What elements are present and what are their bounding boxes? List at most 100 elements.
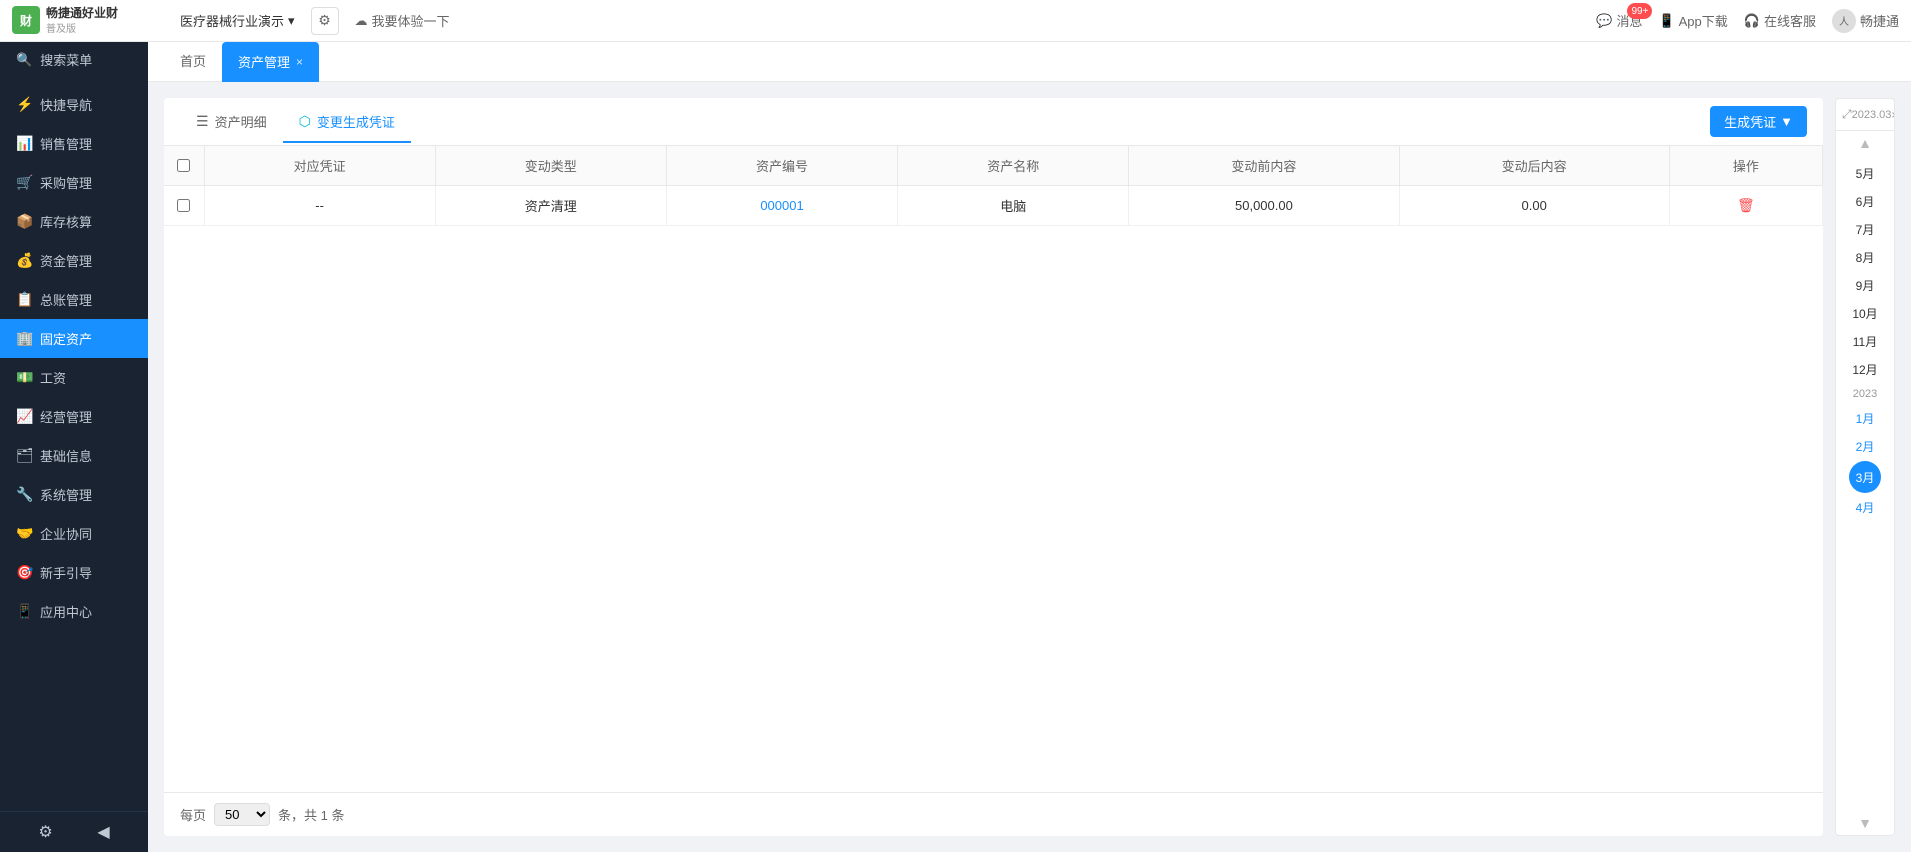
tab-close-icon[interactable]: × xyxy=(296,55,303,69)
sidebar-collapse-icon[interactable]: ◀ xyxy=(97,822,109,842)
sub-tab-asset-detail[interactable]: ☰ 资产明细 xyxy=(180,102,283,143)
date-month-item[interactable]: 12月 xyxy=(1840,356,1890,383)
row-checkbox-0[interactable] xyxy=(177,199,190,212)
experience-button[interactable]: ☁ 我要体验一下 xyxy=(347,7,458,34)
cloud-icon: ☁ xyxy=(355,13,368,29)
year-label-2023: 2023 xyxy=(1836,384,1894,404)
date-month-item[interactable]: 6月 xyxy=(1840,188,1890,215)
sidebar-item-label: 采购管理 xyxy=(40,173,92,192)
date-month-item[interactable]: 1月 xyxy=(1840,405,1890,432)
table-row: -- 资产清理 000001 电脑 50,000.00 0.00 🗑 xyxy=(164,186,1823,226)
logo-title: 畅捷通好业财 xyxy=(46,6,118,20)
app-center-icon: 📱 xyxy=(16,603,32,620)
sidebar-item-guide[interactable]: 🎯 新手引导 xyxy=(0,553,148,592)
sidebar-item-operations[interactable]: 📈 经营管理 xyxy=(0,397,148,436)
close-icon[interactable]: × xyxy=(1891,108,1895,122)
main-layout: 🔍 搜索菜单 ⚡ 快捷导航 📊 销售管理 🛒 采购管理 📦 库存核算 💰 xyxy=(0,42,1911,852)
sidebar-settings-icon[interactable]: ⚙ xyxy=(38,822,52,842)
quick-nav-icon: ⚡ xyxy=(16,96,32,113)
sub-tab-generate-voucher[interactable]: ⬡ 变更生成凭证 xyxy=(283,102,411,143)
cell-asset-name: 电脑 xyxy=(898,186,1129,226)
header-middle: 医疗器械行业演示 ▾ ⚙ ☁ 我要体验一下 xyxy=(160,7,1596,35)
company-name: 医疗器械行业演示 xyxy=(180,11,284,30)
right-date-panel: ⤢ 2023.03 × ▲ 5月6月7月8月9月10月11月12月20231月2… xyxy=(1835,98,1895,836)
sidebar-item-label: 工资 xyxy=(40,368,66,387)
sidebar-item-sales[interactable]: 📊 销售管理 xyxy=(0,124,148,163)
date-month-item[interactable]: 7月 xyxy=(1840,216,1890,243)
date-label: 2023.03 xyxy=(1852,109,1892,121)
col-asset-name: 资产名称 xyxy=(898,146,1129,186)
system-icon: 🔧 xyxy=(16,486,32,503)
cell-asset-code: 000001 xyxy=(666,186,897,226)
home-label: 首页 xyxy=(180,51,206,70)
sidebar-item-ledger[interactable]: 📋 总账管理 xyxy=(0,280,148,319)
sidebar-item-label: 库存核算 xyxy=(40,212,92,231)
sidebar-item-enterprise[interactable]: 🤝 企业协同 xyxy=(0,514,148,553)
customer-service-button[interactable]: 🎧 在线客服 xyxy=(1744,11,1816,30)
user-name: 畅捷通 xyxy=(1860,11,1899,30)
sidebar-nav: ⚡ 快捷导航 📊 销售管理 🛒 采购管理 📦 库存核算 💰 资金管理 📋 xyxy=(0,77,148,811)
col-before-change: 变动前内容 xyxy=(1129,146,1399,186)
guide-icon: 🎯 xyxy=(16,564,32,581)
pagination-bar: 每页 102050100 条，共 1 条 xyxy=(164,792,1823,836)
sidebar-item-payroll[interactable]: 💵 工资 xyxy=(0,358,148,397)
user-menu[interactable]: 人 畅捷通 xyxy=(1832,9,1899,33)
generate-voucher-button[interactable]: 生成凭证 ▼ xyxy=(1710,106,1807,137)
col-change-type: 变动类型 xyxy=(435,146,666,186)
generate-btn-label: 生成凭证 xyxy=(1724,112,1776,131)
purchase-icon: 🛒 xyxy=(16,174,32,191)
dropdown-arrow-icon: ▼ xyxy=(1780,114,1793,129)
date-month-item[interactable]: 9月 xyxy=(1840,272,1890,299)
date-month-item[interactable]: 2月 xyxy=(1840,433,1890,460)
sidebar-item-app-center[interactable]: 📱 应用中心 xyxy=(0,592,148,631)
date-month-item[interactable]: 10月 xyxy=(1840,300,1890,327)
sidebar-item-inventory[interactable]: 📦 库存核算 xyxy=(0,202,148,241)
sidebar-search[interactable]: 🔍 搜索菜单 xyxy=(0,42,148,77)
sidebar-item-system[interactable]: 🔧 系统管理 xyxy=(0,475,148,514)
delete-button[interactable]: 🗑 xyxy=(1737,197,1755,213)
sidebar-item-purchase[interactable]: 🛒 采购管理 xyxy=(0,163,148,202)
top-header: 财 畅捷通好业财 普及版 医疗器械行业演示 ▾ ⚙ ☁ 我要体验一下 💬 消息 … xyxy=(0,0,1911,42)
cell-action: 🗑 xyxy=(1669,186,1822,226)
date-month-item[interactable]: 4月 xyxy=(1840,494,1890,521)
scroll-up-button[interactable]: ▲ xyxy=(1836,131,1894,155)
per-page-label: 每页 xyxy=(180,805,206,824)
company-selector[interactable]: 医疗器械行业演示 ▾ xyxy=(172,7,303,34)
page-size-select[interactable]: 102050100 xyxy=(214,803,270,826)
sidebar-item-quick-nav[interactable]: ⚡ 快捷导航 xyxy=(0,85,148,124)
logo-text-area: 畅捷通好业财 普及版 xyxy=(46,6,118,35)
col-asset-code: 资产编号 xyxy=(666,146,897,186)
expand-icon[interactable]: ⤢ xyxy=(1842,107,1852,122)
inventory-icon: 📦 xyxy=(16,213,32,230)
tab-asset-management[interactable]: 资产管理 × xyxy=(222,42,319,82)
col-checkbox xyxy=(164,146,204,186)
tab-home[interactable]: 首页 xyxy=(164,42,222,82)
sidebar-item-label: 固定资产 xyxy=(40,329,92,348)
scroll-down-button[interactable]: ▼ xyxy=(1836,811,1894,835)
notifications-button[interactable]: 💬 消息 99+ xyxy=(1596,11,1642,30)
date-month-item[interactable]: 11月 xyxy=(1840,328,1890,355)
sub-tab-label: 资产明细 xyxy=(215,112,267,131)
header-right: 💬 消息 99+ 📱 App下载 🎧 在线客服 人 畅捷通 xyxy=(1596,9,1899,33)
sidebar: 🔍 搜索菜单 ⚡ 快捷导航 📊 销售管理 🛒 采购管理 📦 库存核算 💰 xyxy=(0,42,148,852)
app-download-button[interactable]: 📱 App下载 xyxy=(1658,11,1727,30)
settings-button[interactable]: ⚙ xyxy=(311,7,339,35)
date-month-item[interactable]: 3月 xyxy=(1849,461,1881,493)
sidebar-item-label: 基础信息 xyxy=(40,446,92,465)
fixed-assets-icon: 🏢 xyxy=(16,330,32,347)
sidebar-bottom: ⚙ ◀ xyxy=(0,811,148,852)
cell-checkbox xyxy=(164,186,204,226)
customer-service-label: 在线客服 xyxy=(1764,11,1816,30)
logo-icon: 财 xyxy=(12,6,40,34)
cell-after-change: 0.00 xyxy=(1399,186,1669,226)
headset-icon: 🎧 xyxy=(1744,13,1760,29)
voucher-icon: ⬡ xyxy=(299,113,311,130)
date-month-item[interactable]: 5月 xyxy=(1840,160,1890,187)
date-month-item[interactable]: 8月 xyxy=(1840,244,1890,271)
sidebar-item-finance[interactable]: 💰 资金管理 xyxy=(0,241,148,280)
sidebar-item-basic-info[interactable]: 🗂 基础信息 xyxy=(0,436,148,475)
cell-voucher: -- xyxy=(204,186,435,226)
sidebar-item-fixed-assets[interactable]: 🏢 固定资产 xyxy=(0,319,148,358)
select-all-checkbox[interactable] xyxy=(177,159,190,172)
logo-subtitle: 普及版 xyxy=(46,20,118,35)
